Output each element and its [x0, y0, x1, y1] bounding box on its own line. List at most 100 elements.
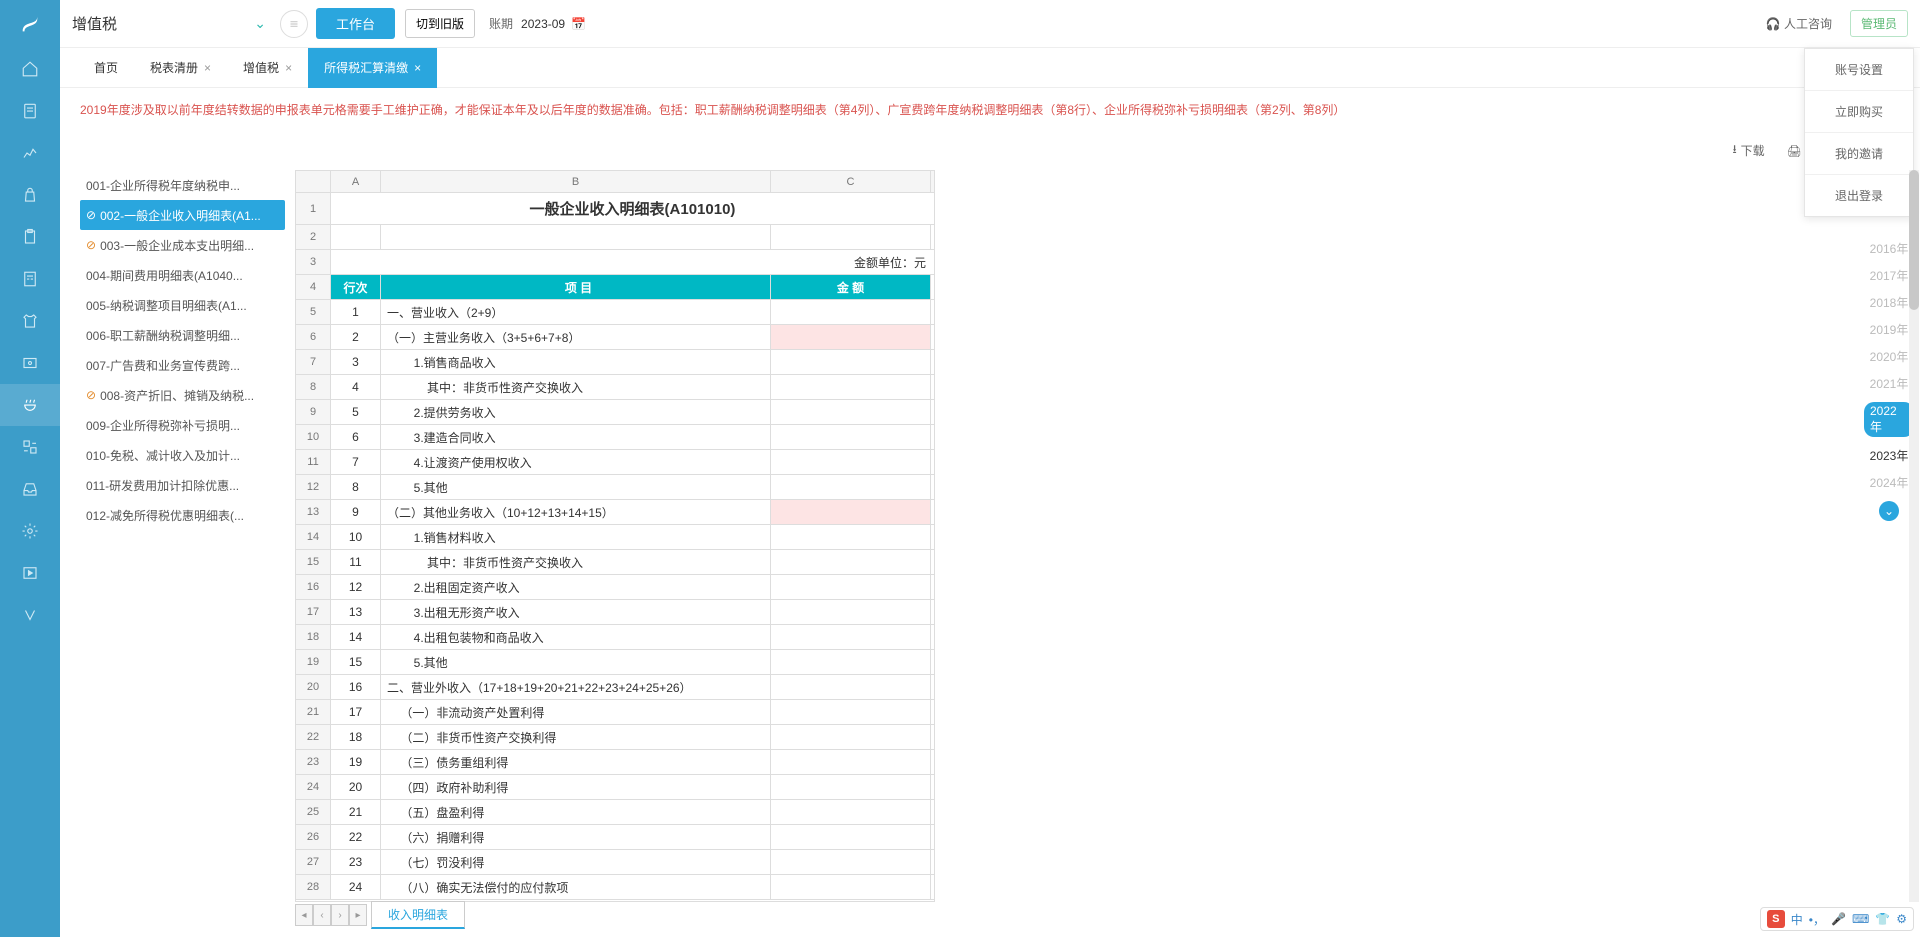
data-row[interactable]: 1713 3.出租无形资产收入 [296, 600, 934, 625]
year-2016年[interactable]: 2016年 [1870, 240, 1909, 257]
period-value[interactable]: 2023-09 [521, 17, 565, 31]
consult-link[interactable]: 🎧 人工咨询 [1766, 15, 1832, 32]
page-scrollbar[interactable] [1909, 170, 1919, 902]
nav-doc-icon[interactable] [0, 90, 60, 132]
tree-item-5[interactable]: 006-职工薪酬纳税调整明细... [80, 320, 285, 350]
data-row[interactable]: 2016二、营业外收入（17+18+19+20+21+22+23+24+25+2… [296, 675, 934, 700]
data-row[interactable]: 1511 其中：非货币性资产交换收入 [296, 550, 934, 575]
tab-label: 增值税 [243, 59, 279, 76]
ime-tools-icon[interactable]: ⚙ [1896, 912, 1907, 926]
data-row[interactable]: 73 1.销售商品收入 [296, 350, 934, 375]
nav-gear-icon[interactable] [0, 510, 60, 552]
sheet-nav-prev[interactable]: ‹ [313, 904, 331, 926]
year-more-icon[interactable]: ⌄ [1879, 501, 1899, 521]
year-2020年[interactable]: 2020年 [1870, 348, 1909, 365]
usermenu-item-2[interactable]: 我的邀请 [1805, 133, 1913, 175]
admin-button[interactable]: 管理员 [1850, 10, 1908, 37]
tab-2[interactable]: 增值税 × [227, 48, 308, 88]
ime-skin-icon[interactable]: 👕 [1875, 912, 1890, 926]
spreadsheet[interactable]: A B C 1一般企业收入明细表(A101010) 2 3金额单位：元 4行次项… [295, 170, 935, 902]
tree-item-0[interactable]: 001-企业所得税年度纳税申... [80, 170, 285, 200]
tree-item-4[interactable]: 005-纳税调整项目明细表(A1... [80, 290, 285, 320]
tree-item-2[interactable]: ⊘003-一般企业成本支出明细... [80, 230, 285, 260]
close-icon[interactable]: × [285, 61, 292, 75]
sheet-nav-first[interactable]: ◂ [295, 904, 313, 926]
switch-old-button[interactable]: 切到旧版 [405, 9, 475, 38]
nav-calc-icon[interactable] [0, 258, 60, 300]
data-row[interactable]: 2521 （五）盘盈利得 [296, 800, 934, 825]
year-2021年[interactable]: 2021年 [1870, 375, 1909, 392]
tree-item-9[interactable]: 010-免税、减计收入及加计... [80, 440, 285, 470]
close-icon[interactable]: × [414, 61, 421, 75]
data-row[interactable]: 2824 （八）确实无法偿付的应付款项 [296, 875, 934, 900]
year-2022年[interactable]: 2022年 [1864, 402, 1914, 437]
ime-bar[interactable]: S 中 •， 🎤 ⌨ 👕 ⚙ [1760, 907, 1914, 931]
data-row[interactable]: 51一、营业收入（2+9） [296, 300, 934, 325]
nav-v-icon[interactable] [0, 594, 60, 636]
workbench-button[interactable]: 工作台 [316, 8, 395, 39]
data-row[interactable]: 2420 （四）政府补助利得 [296, 775, 934, 800]
tab-1[interactable]: 税表清册× [134, 48, 227, 88]
nav-inbox-icon[interactable] [0, 468, 60, 510]
data-row[interactable]: 139（二）其他业务收入（10+12+13+14+15） [296, 500, 934, 525]
year-2023年[interactable]: 2023年 [1870, 447, 1909, 464]
circle-menu-icon[interactable] [280, 10, 308, 38]
tree-item-6[interactable]: 007-广告费和业务宣传费跨... [80, 350, 285, 380]
nav-transfer-icon[interactable] [0, 426, 60, 468]
tree-item-7[interactable]: ⊘008-资产折旧、摊销及纳税... [80, 380, 285, 410]
close-icon[interactable]: × [204, 61, 211, 75]
nav-clipboard-icon[interactable] [0, 216, 60, 258]
nav-video-icon[interactable] [0, 552, 60, 594]
data-row[interactable]: 1410 1.销售材料收入 [296, 525, 934, 550]
product-selector[interactable]: 增值税 ⌄ [72, 13, 272, 34]
usermenu-item-1[interactable]: 立即购买 [1805, 91, 1913, 133]
nav-shirt-icon[interactable] [0, 300, 60, 342]
scrollbar-thumb[interactable] [1909, 170, 1919, 310]
ime-lang[interactable]: 中 [1791, 911, 1803, 928]
year-2018年[interactable]: 2018年 [1870, 294, 1909, 311]
tree-item-11[interactable]: 012-减免所得税优惠明细表(... [80, 500, 285, 530]
tree-item-10[interactable]: 011-研发费用加计扣除优惠... [80, 470, 285, 500]
usermenu-item-3[interactable]: 退出登录 [1805, 175, 1913, 216]
year-2019年[interactable]: 2019年 [1870, 321, 1909, 338]
data-row[interactable]: 128 5.其他 [296, 475, 934, 500]
ime-keyboard-icon[interactable]: ⌨ [1852, 912, 1869, 926]
nav-bowl-icon[interactable] [0, 384, 60, 426]
logo-icon[interactable] [0, 0, 60, 48]
data-row[interactable]: 117 4.让渡资产使用权收入 [296, 450, 934, 475]
tree-item-3[interactable]: 004-期间费用明细表(A1040... [80, 260, 285, 290]
year-2017年[interactable]: 2017年 [1870, 267, 1909, 284]
data-row[interactable]: 2117 （一）非流动资产处置利得 [296, 700, 934, 725]
tab-0[interactable]: 首页 [78, 48, 134, 88]
usermenu-item-0[interactable]: 账号设置 [1805, 49, 1913, 91]
sheet-tab[interactable]: 收入明细表 [371, 901, 465, 929]
data-row[interactable]: 2622 （六）捐赠利得 [296, 825, 934, 850]
nav-home-icon[interactable] [0, 48, 60, 90]
sheet-nav-next[interactable]: › [331, 904, 349, 926]
tab-3[interactable]: 所得税汇算清缴× [308, 48, 437, 88]
data-row[interactable]: 2723 （七）罚没利得 [296, 850, 934, 875]
data-row[interactable]: 1814 4.出租包装物和商品收入 [296, 625, 934, 650]
download-button[interactable]: ⭳下载 [1732, 140, 1764, 161]
column-header: A B C [296, 171, 934, 193]
data-row[interactable]: 2218 （二）非货币性资产交换利得 [296, 725, 934, 750]
tree-label: 010-免税、减计收入及加计... [86, 447, 240, 464]
data-row[interactable]: 1612 2.出租固定资产收入 [296, 575, 934, 600]
tree-item-8[interactable]: 009-企业所得税弥补亏损明... [80, 410, 285, 440]
tree-item-1[interactable]: ⊘002-一般企业收入明细表(A1... [80, 200, 285, 230]
nav-bag-icon[interactable] [0, 174, 60, 216]
user-dropdown-menu: 账号设置立即购买我的邀请退出登录 [1804, 48, 1914, 217]
nav-chart-icon[interactable] [0, 132, 60, 174]
ime-mic-icon[interactable]: 🎤 [1831, 912, 1846, 926]
data-row[interactable]: 1915 5.其他 [296, 650, 934, 675]
data-row[interactable]: 106 3.建造合同收入 [296, 425, 934, 450]
year-2024年[interactable]: 2024年 [1870, 474, 1909, 491]
data-row[interactable]: 2319 （三）债务重组利得 [296, 750, 934, 775]
calendar-icon[interactable]: 📅 [571, 17, 586, 31]
sheet-nav-last[interactable]: ▸ [349, 904, 367, 926]
data-row[interactable]: 62（一）主营业务收入（3+5+6+7+8） [296, 325, 934, 350]
data-row[interactable]: 95 2.提供劳务收入 [296, 400, 934, 425]
data-row[interactable]: 84 其中：非货币性资产交换收入 [296, 375, 934, 400]
nav-money-icon[interactable] [0, 342, 60, 384]
ime-punct-icon[interactable]: •， [1809, 911, 1825, 928]
